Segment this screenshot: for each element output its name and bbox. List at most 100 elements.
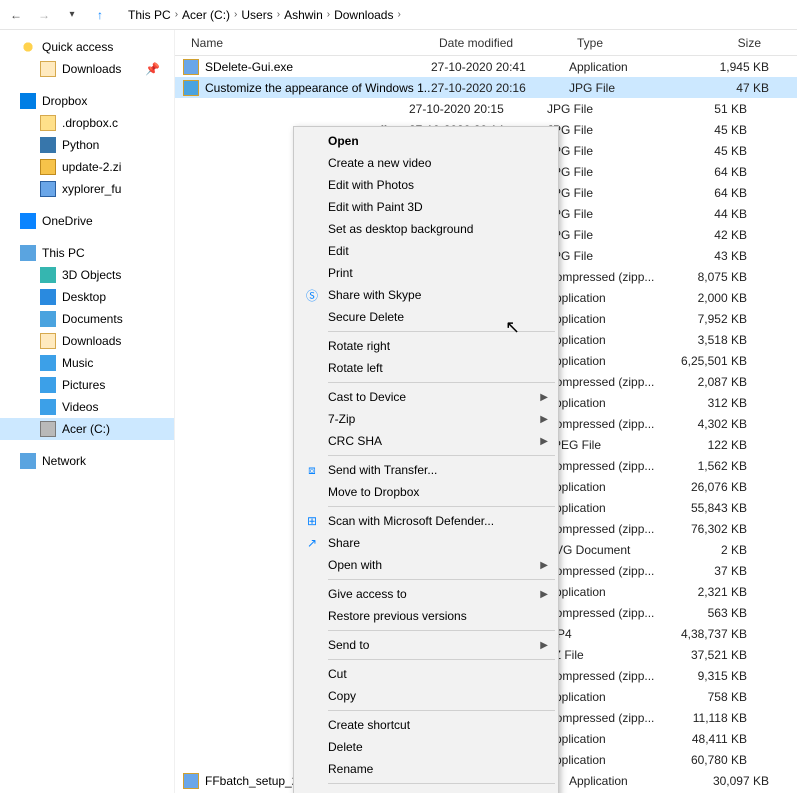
menu-item[interactable]: Properties [296,787,556,793]
nav-forward-icon[interactable]: → [32,3,56,27]
menu-item[interactable]: Create a new video [296,152,556,174]
menu-item[interactable]: Delete [296,736,556,758]
menu-item[interactable]: Cast to Device▶ [296,386,556,408]
menu-item[interactable]: Create shortcut [296,714,556,736]
file-size: 2,321 KB [669,585,747,599]
menu-item[interactable]: Edit [296,240,556,262]
breadcrumb-segment[interactable]: Acer (C:) [178,6,234,24]
nav-back-icon[interactable]: ← [4,3,28,27]
navigation-pane[interactable]: Quick access Downloads📌 Dropbox .dropbox… [0,30,175,793]
menu-item[interactable]: CRC SHA▶ [296,430,556,452]
menu-item-label: Set as desktop background [328,222,473,236]
menu-item[interactable]: ↗Share [296,532,556,554]
file-type: 7Z File [547,648,669,662]
file-size: 7,952 KB [669,312,747,326]
nav-videos[interactable]: Videos [0,396,174,418]
address-bar[interactable]: ← → ▾ ↑ This PC›Acer (C:)›Users›Ashwin›D… [0,0,797,30]
file-type: Application [569,60,691,74]
nav-thispc[interactable]: This PC [0,242,174,264]
menu-item[interactable]: Rotate left [296,357,556,379]
dropbox-icon [20,93,36,109]
file-type: JPG File [569,81,691,95]
menu-item-label: Edit with Paint 3D [328,200,423,214]
nav-documents[interactable]: Documents [0,308,174,330]
breadcrumb-segment[interactable]: This PC [124,6,175,24]
menu-item[interactable]: Set as desktop background [296,218,556,240]
file-type: Application [547,690,669,704]
nav-pictures[interactable]: Pictures [0,374,174,396]
nav-desktop[interactable]: Desktop [0,286,174,308]
file-row[interactable]: Customize the appearance of Windows 1...… [175,77,797,98]
nav-acer-drive[interactable]: Acer (C:) [0,418,174,440]
nav-quick-access[interactable]: Quick access [0,36,174,58]
column-headers[interactable]: Name Date modified Type Size [175,30,797,56]
col-size[interactable]: Size [691,36,769,50]
menu-item-label: Cut [328,667,347,681]
nav-update2[interactable]: update-2.zi [0,156,174,178]
breadcrumb-segment[interactable]: Ashwin [280,6,327,24]
nav-music[interactable]: Music [0,352,174,374]
file-size: 47 KB [691,81,769,95]
breadcrumb-segment[interactable]: Downloads [330,6,397,24]
menu-item[interactable]: Open [296,130,556,152]
file-size: 76,302 KB [669,522,747,536]
menu-item-label: Edit [328,244,349,258]
nav-network[interactable]: Network [0,450,174,472]
dropdown-history-icon[interactable]: ▾ [60,3,84,27]
menu-item[interactable]: Move to Dropbox [296,481,556,503]
file-type: Compressed (zipp... [547,606,669,620]
nav-dropbox[interactable]: Dropbox [0,90,174,112]
menu-item[interactable]: Open with▶ [296,554,556,576]
context-menu[interactable]: OpenCreate a new videoEdit with Photos Ed… [293,126,559,793]
menu-item[interactable]: Rotate right [296,335,556,357]
menu-item[interactable]: ⓈShare with Skype [296,284,556,306]
nav-qa-downloads[interactable]: Downloads📌 [0,58,174,80]
nav-3dobjects[interactable]: 3D Objects [0,264,174,286]
file-type: Application [547,354,669,368]
menu-item[interactable]: Restore previous versions [296,605,556,627]
pin-icon: 📌 [145,62,170,76]
col-type[interactable]: Type [569,36,691,50]
nav-up-icon[interactable]: ↑ [88,3,112,27]
nav-label: OneDrive [42,214,93,228]
breadcrumb-segment[interactable]: Users [237,6,276,24]
folder-icon [40,115,56,131]
menu-item[interactable]: Print [296,262,556,284]
file-size: 6,25,501 KB [669,354,747,368]
file-type: Compressed (zipp... [547,522,669,536]
file-name: SDelete-Gui.exe [205,60,431,74]
file-type: Application [547,732,669,746]
menu-item[interactable]: 7-Zip▶ [296,408,556,430]
nav-label: .dropbox.c [62,116,118,130]
file-type: Application [547,585,669,599]
menu-item[interactable]: Cut [296,663,556,685]
file-list-pane[interactable]: Name Date modified Type Size SDelete-Gui… [175,30,797,793]
file-size: 44 KB [669,207,747,221]
nav-python[interactable]: Python [0,134,174,156]
menu-item[interactable]: ⧈Send with Transfer... [296,459,556,481]
nav-onedrive[interactable]: OneDrive [0,210,174,232]
col-date[interactable]: Date modified [431,36,569,50]
nav-downloads[interactable]: Downloads [0,330,174,352]
menu-item[interactable]: ⊞Scan with Microsoft Defender... [296,510,556,532]
submenu-arrow-icon: ▶ [540,589,548,600]
file-row[interactable]: SDelete-Gui.exe27-10-2020 20:41Applicati… [175,56,797,77]
nav-xyplorer[interactable]: xyplorer_fu [0,178,174,200]
menu-item[interactable]: Edit with Paint 3D [296,196,556,218]
menu-item[interactable]: Edit with Photos [296,174,556,196]
menu-item[interactable]: Rename [296,758,556,780]
file-size: 4,38,737 KB [669,627,747,641]
menu-item[interactable]: Secure Delete [296,306,556,328]
file-type: JPG File [547,102,669,116]
menu-item[interactable]: Send to▶ [296,634,556,656]
nav-dropbox-c[interactable]: .dropbox.c [0,112,174,134]
shield-icon: ⊞ [304,513,320,529]
menu-item[interactable]: Copy [296,685,556,707]
file-type: Compressed (zipp... [547,270,669,284]
chevron-right-icon[interactable]: › [397,9,400,20]
menu-item[interactable]: Give access to▶ [296,583,556,605]
col-name[interactable]: Name [183,36,431,50]
file-row[interactable]: 27-10-2020 20:15JPG File51 KB [175,98,797,119]
exe-icon [40,181,56,197]
file-size: 37,521 KB [669,648,747,662]
